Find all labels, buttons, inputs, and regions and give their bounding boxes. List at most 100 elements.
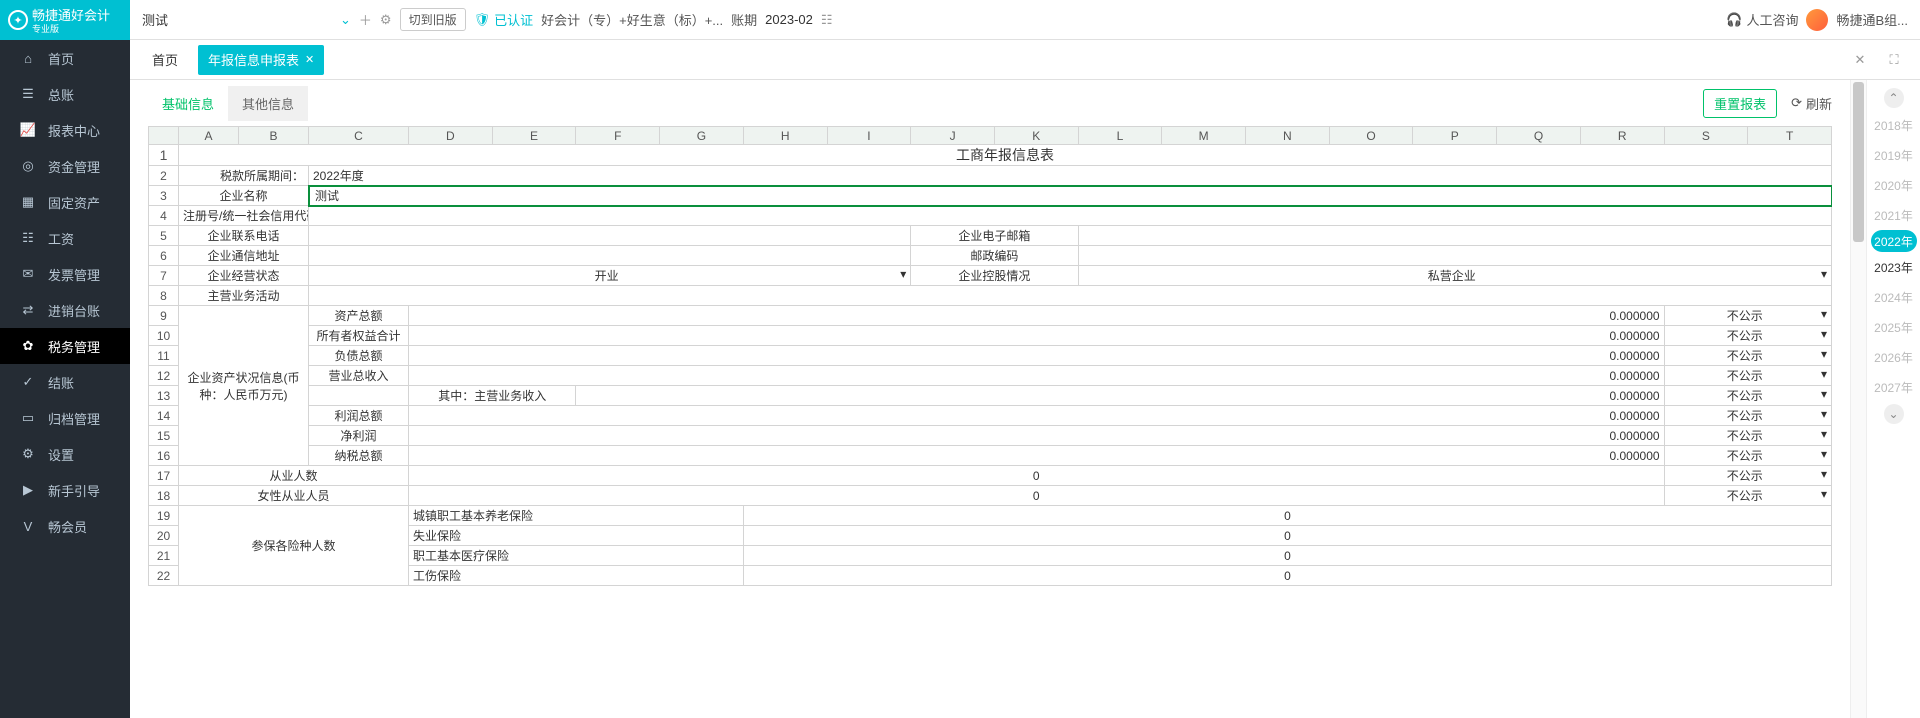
avatar[interactable] bbox=[1806, 9, 1828, 31]
company-input[interactable]: 测试 bbox=[309, 186, 1832, 206]
insurance-value[interactable]: 0 bbox=[743, 506, 1831, 526]
col-header[interactable]: N bbox=[1246, 127, 1330, 145]
support-link[interactable]: 🎧 人工咨询 bbox=[1726, 10, 1798, 29]
sidebar-item-fund[interactable]: ◎ 资金管理 bbox=[0, 148, 130, 184]
sidebar-item-close[interactable]: ✓ 结账 bbox=[0, 364, 130, 400]
tab-home[interactable]: 首页 bbox=[144, 50, 186, 69]
row-number[interactable]: 4 bbox=[149, 206, 179, 226]
row-number[interactable]: 16 bbox=[149, 446, 179, 466]
sidebar-item-guide[interactable]: ▶ 新手引导 bbox=[0, 472, 130, 508]
metric-value[interactable]: 0.000000 bbox=[409, 366, 1665, 386]
col-header[interactable]: E bbox=[492, 127, 576, 145]
year-option[interactable]: 2020年 bbox=[1871, 170, 1917, 200]
year-option[interactable]: 2023年 bbox=[1871, 252, 1917, 282]
col-header[interactable]: J bbox=[911, 127, 995, 145]
col-header[interactable]: D bbox=[409, 127, 493, 145]
chevron-down-icon[interactable]: ⌄ bbox=[340, 12, 351, 28]
subtab-other[interactable]: 其他信息 bbox=[228, 86, 308, 121]
col-header[interactable]: F bbox=[576, 127, 660, 145]
public-select[interactable]: 不公示▾ bbox=[1664, 326, 1831, 346]
sidebar-item-invoice[interactable]: ✉ 发票管理 bbox=[0, 256, 130, 292]
sidebar-item-report[interactable]: 📈 报表中心 bbox=[0, 112, 130, 148]
insurance-value[interactable]: 0 bbox=[743, 526, 1831, 546]
row-number[interactable]: 3 bbox=[149, 186, 179, 206]
row-number[interactable]: 14 bbox=[149, 406, 179, 426]
row-number[interactable]: 9 bbox=[149, 306, 179, 326]
sidebar-item-ledger[interactable]: ☰ 总账 bbox=[0, 76, 130, 112]
public-select[interactable]: 不公示▾ bbox=[1664, 306, 1831, 326]
sidebar-item-settings[interactable]: ⚙ 设置 bbox=[0, 436, 130, 472]
calendar-icon[interactable]: ☷ bbox=[821, 12, 833, 28]
row-number[interactable]: 5 bbox=[149, 226, 179, 246]
year-option[interactable]: 2018年 bbox=[1871, 110, 1917, 140]
row-number[interactable]: 1 bbox=[149, 145, 179, 166]
public-select[interactable]: 不公示▾ bbox=[1664, 446, 1831, 466]
vertical-scrollbar[interactable] bbox=[1850, 80, 1866, 718]
insurance-value[interactable]: 0 bbox=[743, 546, 1831, 566]
col-header[interactable]: A bbox=[179, 127, 239, 145]
female-value[interactable]: 0 bbox=[409, 486, 1665, 506]
year-option[interactable]: 2027年 bbox=[1871, 372, 1917, 402]
row-number[interactable]: 10 bbox=[149, 326, 179, 346]
tab-annual-report[interactable]: 年报信息申报表 ✕ bbox=[198, 45, 324, 75]
insurance-value[interactable]: 0 bbox=[743, 566, 1831, 586]
year-down-button[interactable]: ⌄ bbox=[1884, 404, 1904, 424]
email-input[interactable] bbox=[1078, 226, 1831, 246]
company-selector[interactable]: 测试 bbox=[142, 10, 332, 29]
metric-value[interactable]: 0.000000 bbox=[409, 406, 1665, 426]
year-option[interactable]: 2022年 bbox=[1871, 230, 1917, 252]
employees-value[interactable]: 0 bbox=[409, 466, 1665, 486]
reg-input[interactable] bbox=[309, 206, 1832, 226]
fullscreen-button[interactable]: ⛶ bbox=[1882, 48, 1906, 72]
year-option[interactable]: 2025年 bbox=[1871, 312, 1917, 342]
public-select[interactable]: 不公示▾ bbox=[1664, 406, 1831, 426]
public-select[interactable]: 不公示▾ bbox=[1664, 346, 1831, 366]
year-option[interactable]: 2021年 bbox=[1871, 200, 1917, 230]
public-select[interactable]: 不公示▾ bbox=[1664, 486, 1831, 506]
row-number[interactable]: 13 bbox=[149, 386, 179, 406]
col-header[interactable]: K bbox=[994, 127, 1078, 145]
holding-select[interactable]: 私营企业▾ bbox=[1078, 266, 1831, 286]
col-header[interactable]: S bbox=[1664, 127, 1748, 145]
mainbiz-input[interactable] bbox=[309, 286, 1832, 306]
user-name[interactable]: 畅捷通B组... bbox=[1836, 10, 1908, 29]
sidebar-item-archive[interactable]: ▭ 归档管理 bbox=[0, 400, 130, 436]
col-header[interactable]: C bbox=[309, 127, 409, 145]
row-number[interactable]: 15 bbox=[149, 426, 179, 446]
row-number[interactable]: 19 bbox=[149, 506, 179, 526]
addr-input[interactable] bbox=[309, 246, 911, 266]
col-header[interactable]: T bbox=[1748, 127, 1832, 145]
row-number[interactable]: 18 bbox=[149, 486, 179, 506]
phone-input[interactable] bbox=[309, 226, 911, 246]
tax-period-value[interactable]: 2022年度 bbox=[309, 166, 1832, 186]
sidebar-item-home[interactable]: ⌂ 首页 bbox=[0, 40, 130, 76]
metric-value[interactable]: 0.000000 bbox=[409, 306, 1665, 326]
public-select[interactable]: 不公示▾ bbox=[1664, 366, 1831, 386]
row-number[interactable]: 7 bbox=[149, 266, 179, 286]
row-number[interactable]: 12 bbox=[149, 366, 179, 386]
reset-report-button[interactable]: 重置报表 bbox=[1703, 89, 1777, 118]
year-option[interactable]: 2019年 bbox=[1871, 140, 1917, 170]
col-header[interactable]: H bbox=[743, 127, 827, 145]
sidebar-item-salary[interactable]: ☷ 工资 bbox=[0, 220, 130, 256]
col-header[interactable]: P bbox=[1413, 127, 1497, 145]
year-option[interactable]: 2026年 bbox=[1871, 342, 1917, 372]
metric-value[interactable]: 0.000000 bbox=[409, 446, 1665, 466]
switch-old-version-button[interactable]: 切到旧版 bbox=[400, 8, 466, 31]
row-number[interactable]: 20 bbox=[149, 526, 179, 546]
close-icon[interactable]: ✕ bbox=[305, 53, 314, 66]
status-select[interactable]: 开业▾ bbox=[309, 266, 911, 286]
public-select[interactable]: 不公示▾ bbox=[1664, 386, 1831, 406]
spreadsheet[interactable]: ABCDEFGHIJKLMNOPQRST 1工商年报信息表2税款所属期间：202… bbox=[148, 126, 1832, 586]
public-select[interactable]: 不公示▾ bbox=[1664, 426, 1831, 446]
row-number[interactable]: 6 bbox=[149, 246, 179, 266]
row-number[interactable]: 21 bbox=[149, 546, 179, 566]
row-number[interactable]: 11 bbox=[149, 346, 179, 366]
row-number[interactable]: 8 bbox=[149, 286, 179, 306]
refresh-button[interactable]: ⟳ 刷新 bbox=[1791, 94, 1832, 113]
subtab-basic[interactable]: 基础信息 bbox=[148, 86, 228, 121]
public-select[interactable]: 不公示▾ bbox=[1664, 466, 1831, 486]
sidebar-item-asset[interactable]: ▦ 固定资产 bbox=[0, 184, 130, 220]
metric-value[interactable]: 0.000000 bbox=[576, 386, 1664, 406]
row-number[interactable]: 2 bbox=[149, 166, 179, 186]
